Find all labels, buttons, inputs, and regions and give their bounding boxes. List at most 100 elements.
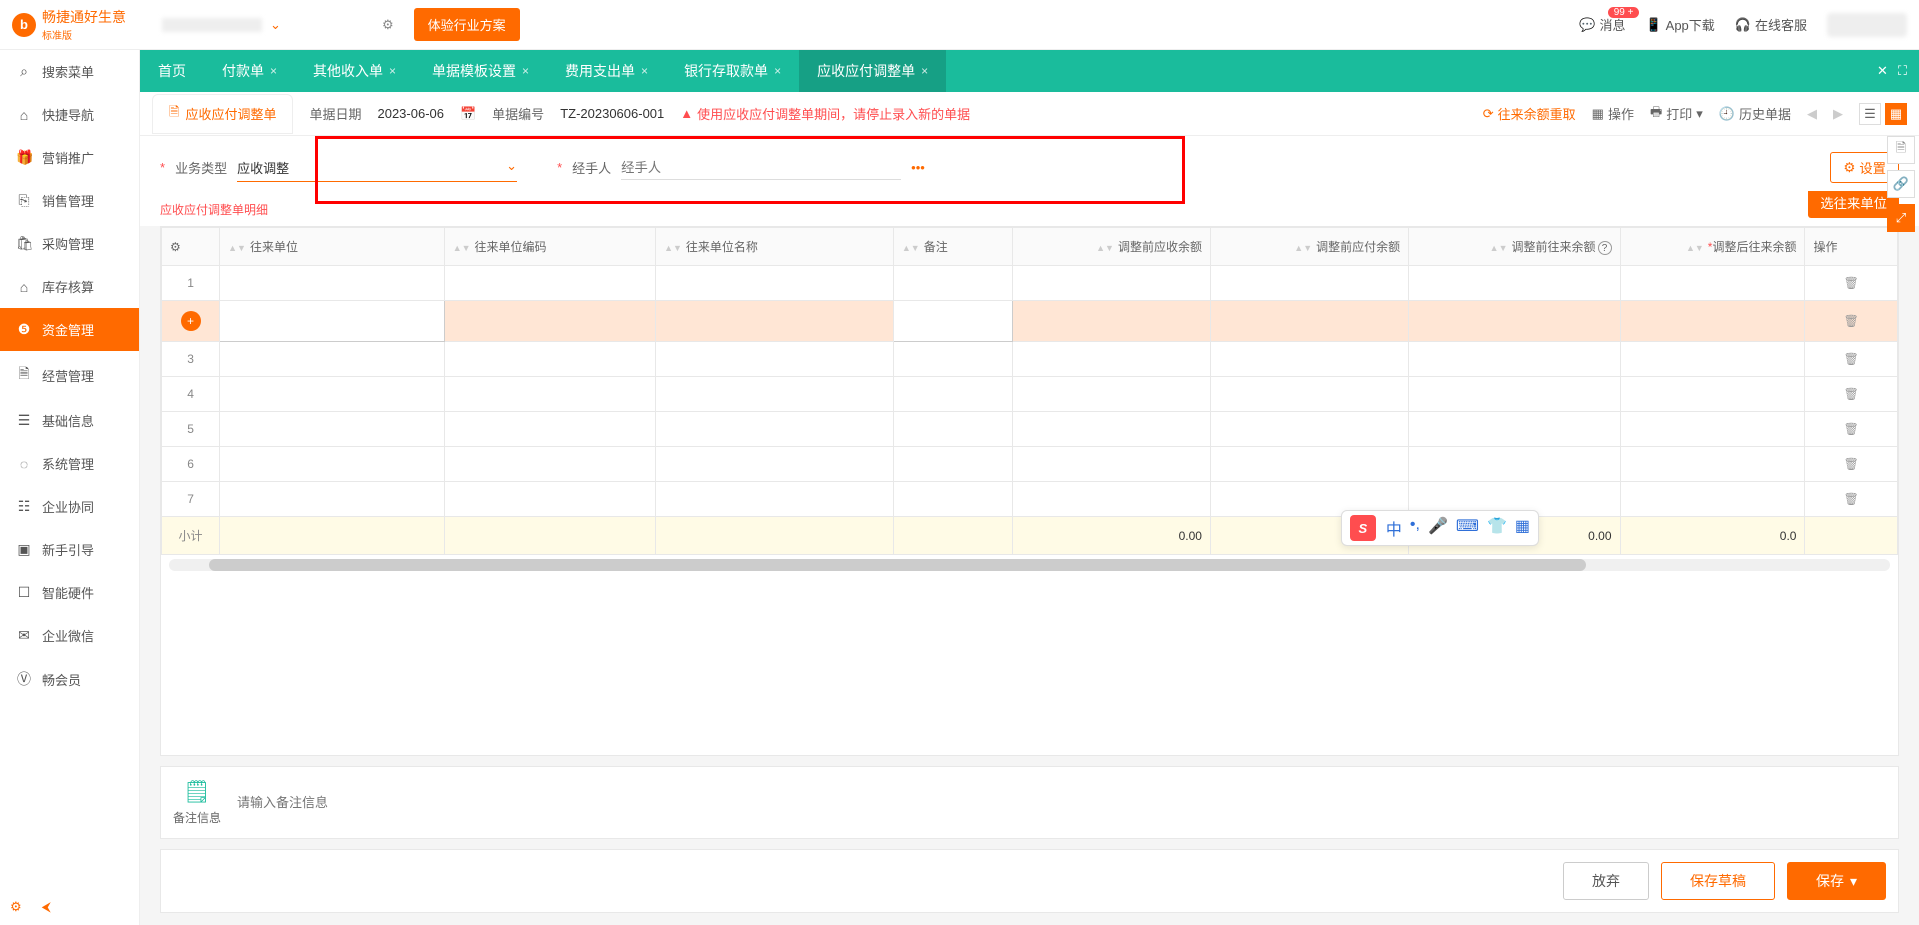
rail-note-icon[interactable]: 🗎 xyxy=(1887,136,1915,164)
col-pre-bal[interactable]: ▲▼调整前往来余额? xyxy=(1409,228,1620,266)
delete-icon[interactable]: 🗑 xyxy=(1813,314,1889,328)
col-remark[interactable]: ▲▼备注 xyxy=(893,228,1012,266)
ime-toolbar[interactable]: S 中 •, 🎤 ⌨ 👕 ▦ xyxy=(1341,510,1539,546)
sidebar-item-funds[interactable]: ❺资金管理 xyxy=(0,308,139,351)
tab-payment[interactable]: 付款单× xyxy=(204,50,295,92)
tab-bank[interactable]: 银行存取款单× xyxy=(666,50,799,92)
tab-home[interactable]: 首页 xyxy=(140,50,204,92)
app-download-button[interactable]: 📱 App下载 xyxy=(1645,15,1714,34)
select-unit-button[interactable]: 选往来单位 xyxy=(1808,191,1899,218)
close-icon[interactable]: × xyxy=(389,64,396,78)
sidebar-item-inventory[interactable]: ⌂库存核算 xyxy=(0,265,139,308)
doc-type-tab[interactable]: 🗎 应收应付调整单 xyxy=(152,94,293,134)
sidebar-item-quicknav[interactable]: ⌂快捷导航 xyxy=(0,93,139,136)
delete-icon[interactable]: 🗑 xyxy=(1813,492,1889,506)
save-draft-button[interactable]: 保存草稿 xyxy=(1661,862,1775,900)
ime-cn-icon[interactable]: 中 xyxy=(1386,516,1402,540)
rail-link-icon[interactable]: 🔗 xyxy=(1887,170,1915,198)
delete-icon[interactable]: 🗑 xyxy=(1813,352,1889,366)
table-row[interactable]: 4🗑 xyxy=(162,377,1898,412)
sidebar-item-wechat[interactable]: ✉企业微信 xyxy=(0,614,139,657)
sidebar-item-guide[interactable]: ▣新手引导 xyxy=(0,528,139,571)
col-unit-code[interactable]: ▲▼往来单位编码 xyxy=(444,228,655,266)
delete-icon[interactable]: 🗑 xyxy=(1813,276,1889,290)
col-unit[interactable]: ▲▼往来单位 xyxy=(220,228,445,266)
user-avatar[interactable] xyxy=(1827,13,1907,37)
sidebar-settings-icon[interactable]: ⚙ xyxy=(10,899,22,915)
table-row[interactable]: 3🗑 xyxy=(162,342,1898,377)
date-value[interactable]: 2023-06-06 xyxy=(377,106,444,121)
play-icon: ▣ xyxy=(16,541,32,558)
form-area: * 业务类型 应收调整 ⌄ * 经手人 ••• xyxy=(140,136,1919,226)
list-icon: ☰ xyxy=(16,412,32,429)
print-button[interactable]: 🖶打印▾ xyxy=(1650,103,1703,125)
discard-button[interactable]: 放弃 xyxy=(1563,862,1649,900)
close-icon[interactable]: × xyxy=(774,64,781,78)
sidebar-item-operations[interactable]: 🗎经营管理 xyxy=(0,351,139,399)
col-unit-name[interactable]: ▲▼往来单位名称 xyxy=(656,228,894,266)
ime-mic-icon[interactable]: 🎤 xyxy=(1428,516,1448,540)
handler-input[interactable] xyxy=(621,156,901,180)
col-pre-ar[interactable]: ▲▼调整前应收余额 xyxy=(1012,228,1210,266)
ime-toolbox-icon[interactable]: ▦ xyxy=(1515,516,1530,540)
sidebar-item-purchase[interactable]: 🛍采购管理 xyxy=(0,222,139,265)
next-icon[interactable]: ▶ xyxy=(1833,106,1843,122)
sidebar-item-search[interactable]: ⌕搜索菜单 xyxy=(0,50,139,93)
calendar-icon[interactable]: 📅 xyxy=(460,106,476,122)
logo-text: 畅捷通好生意 xyxy=(42,7,126,27)
tab-other-income[interactable]: 其他收入单× xyxy=(295,50,414,92)
more-icon[interactable]: ••• xyxy=(911,160,925,175)
messages-button[interactable]: 💬 消息 99 + xyxy=(1579,15,1625,34)
online-service-button[interactable]: 🎧 在线客服 xyxy=(1735,15,1807,34)
sidebar-collapse-icon[interactable]: ⮜ xyxy=(42,899,51,915)
operate-button[interactable]: ▦操作 xyxy=(1592,104,1634,123)
delete-icon[interactable]: 🗑 xyxy=(1813,422,1889,436)
table-row[interactable]: 1🗑 xyxy=(162,266,1898,301)
ime-keyboard-icon[interactable]: ⌨ xyxy=(1456,516,1479,540)
sidebar-item-enterprise[interactable]: ☷企业协同 xyxy=(0,485,139,528)
remark-input[interactable] xyxy=(237,795,1886,810)
org-selector[interactable]: ⌄ xyxy=(162,17,362,33)
tab-adjust[interactable]: 应收应付调整单× xyxy=(799,50,946,92)
reset-balance-button[interactable]: ⟳往来余额重取 xyxy=(1483,104,1576,123)
sidebar-footer: ⚙ ⮜ xyxy=(0,889,139,925)
delete-icon[interactable]: 🗑 xyxy=(1813,387,1889,401)
sidebar-item-marketing[interactable]: 🎁营销推广 xyxy=(0,136,139,179)
view-card-button[interactable]: ▦ xyxy=(1885,103,1907,125)
experience-industry-button[interactable]: 体验行业方案 xyxy=(414,8,520,41)
sidebar-item-hardware[interactable]: ☐智能硬件 xyxy=(0,571,139,614)
close-icon[interactable]: × xyxy=(522,64,529,78)
delete-icon[interactable]: 🗑 xyxy=(1813,457,1889,471)
sidebar-item-basicinfo[interactable]: ☰基础信息 xyxy=(0,399,139,442)
table-row-active[interactable]: +🗑 xyxy=(162,301,1898,342)
table-config-button[interactable]: ⚙ xyxy=(162,228,220,266)
ime-punct-icon[interactable]: •, xyxy=(1410,516,1420,540)
close-all-icon[interactable]: ✕ xyxy=(1877,63,1888,79)
table-row[interactable]: 6🗑 xyxy=(162,447,1898,482)
table-row[interactable]: 7🗑 xyxy=(162,482,1898,517)
horizontal-scrollbar[interactable] xyxy=(169,559,1890,571)
sidebar-item-sales[interactable]: ⎘销售管理 xyxy=(0,179,139,222)
ime-skin-icon[interactable]: 👕 xyxy=(1487,516,1507,540)
add-row-button[interactable]: + xyxy=(181,311,201,331)
sidebar-item-system[interactable]: ◌系统管理 xyxy=(0,442,139,485)
tab-template[interactable]: 单据模板设置× xyxy=(414,50,547,92)
close-icon[interactable]: × xyxy=(270,64,277,78)
tab-expense[interactable]: 费用支出单× xyxy=(547,50,666,92)
fullscreen-icon[interactable]: ⛶ xyxy=(1898,63,1907,79)
rail-expand-icon[interactable]: ⤢ xyxy=(1887,204,1915,232)
gear-icon: ⚙ xyxy=(1843,160,1855,176)
save-button[interactable]: 保存▾ xyxy=(1787,862,1886,900)
table-row[interactable]: 5🗑 xyxy=(162,412,1898,447)
biz-type-select[interactable]: 应收调整 ⌄ xyxy=(237,154,517,182)
prev-icon[interactable]: ◀ xyxy=(1807,106,1817,122)
col-post-bal[interactable]: ▲▼*调整后往来余额 xyxy=(1620,228,1805,266)
col-pre-ap[interactable]: ▲▼调整前应付余额 xyxy=(1210,228,1408,266)
sidebar-item-member[interactable]: Ⓥ畅会员 xyxy=(0,657,139,701)
view-list-button[interactable]: ☰ xyxy=(1859,103,1881,125)
header-gear-icon[interactable]: ⚙ xyxy=(382,17,394,33)
close-icon[interactable]: × xyxy=(641,64,648,78)
close-icon[interactable]: × xyxy=(921,64,928,78)
help-icon[interactable]: ? xyxy=(1598,241,1612,255)
history-button[interactable]: 🕘历史单据 xyxy=(1719,104,1791,123)
